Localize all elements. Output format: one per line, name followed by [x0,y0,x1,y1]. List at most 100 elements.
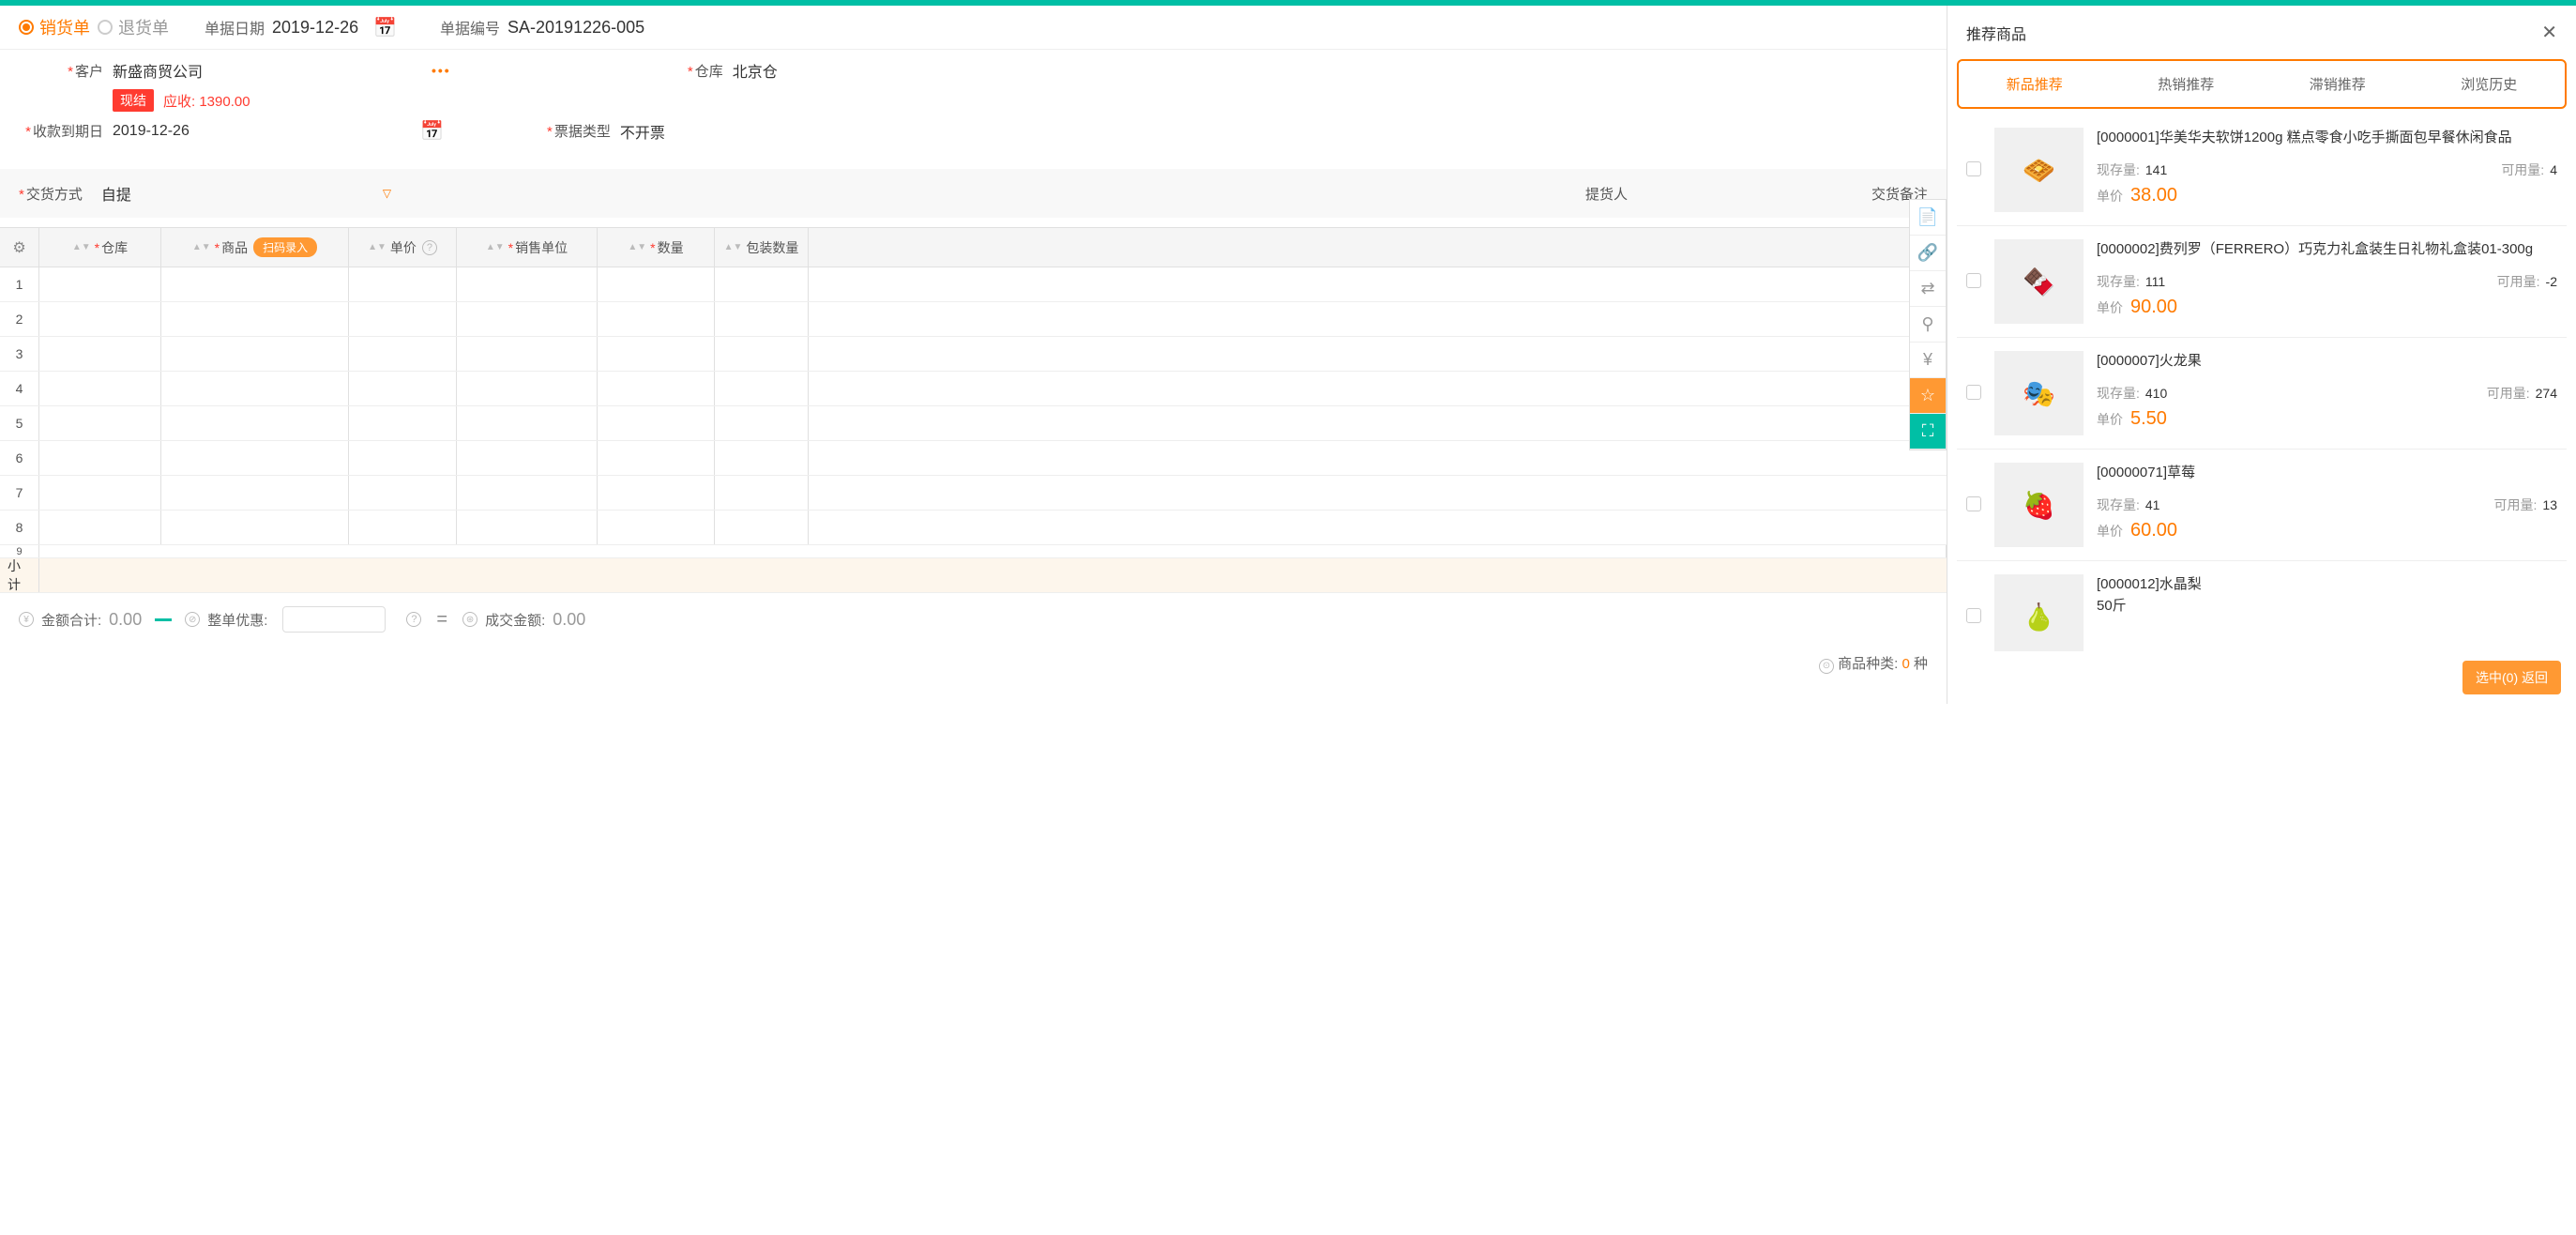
table-row[interactable]: 1 [0,267,1947,302]
cell-qty[interactable] [598,267,715,301]
tool-sync-icon[interactable]: ⇄ [1910,271,1946,307]
cell-unit[interactable] [457,476,598,510]
cell-pack[interactable] [715,372,809,405]
cell-warehouse[interactable] [39,337,161,371]
cell-warehouse[interactable] [39,302,161,336]
tool-expand-icon[interactable]: ⛶ [1910,414,1946,450]
product-checkbox[interactable] [1966,385,1981,400]
cell-qty[interactable] [598,302,715,336]
cell-pack[interactable] [715,511,809,544]
help-icon[interactable]: ? [422,240,437,255]
product-item[interactable]: 🧇 [0000001]华美华夫软饼1200g 糕点零食小吃手撕面包早餐休闲食品 … [1957,114,2567,226]
delivery-method-value[interactable]: 自提 [101,182,289,205]
col-unit[interactable]: 销售单位 [515,238,568,257]
cell-unit[interactable] [457,372,598,405]
product-checkbox[interactable] [1966,608,1981,623]
sort-icon[interactable]: ▲▼ [192,243,211,252]
tab-return[interactable]: 退货单 [98,15,169,39]
discount-input[interactable] [282,606,386,633]
cell-pack[interactable] [715,337,809,371]
cell-price[interactable] [349,511,457,544]
product-checkbox[interactable] [1966,496,1981,511]
cell-unit[interactable] [457,337,598,371]
recommend-tab[interactable]: 新品推荐 [1959,61,2111,107]
recommend-tab[interactable]: 热销推荐 [2111,61,2263,107]
cell-product[interactable] [161,302,349,336]
table-row[interactable]: 8 [0,511,1947,545]
tool-currency-icon[interactable]: ¥ [1910,343,1946,378]
due-date-value[interactable]: 2019-12-26 [113,123,300,140]
cell-qty[interactable] [598,441,715,475]
cell-qty[interactable] [598,372,715,405]
col-qty[interactable]: 数量 [658,238,684,257]
sort-icon[interactable]: ▲▼ [368,243,386,252]
cell-unit[interactable] [457,406,598,440]
product-item[interactable]: 🍐 [0000012]水晶梨50斤 [1957,561,2567,651]
cell-unit[interactable] [457,302,598,336]
product-checkbox[interactable] [1966,273,1981,288]
invoice-type-value[interactable]: 不开票 [620,120,808,143]
tool-link-icon[interactable]: 🔗 [1910,236,1946,271]
chevron-down-icon[interactable]: ▽ [383,187,391,200]
cell-warehouse[interactable] [39,406,161,440]
col-price[interactable]: 单价 [390,238,417,257]
cell-unit[interactable] [457,511,598,544]
sort-icon[interactable]: ▲▼ [72,243,91,252]
recommend-tab[interactable]: 浏览历史 [2414,61,2566,107]
cell-price[interactable] [349,441,457,475]
product-item[interactable]: 🍫 [0000002]费列罗（FERRERO）巧克力礼盒装生日礼物礼盒装01-3… [1957,226,2567,338]
customer-more-icon[interactable]: ••• [432,63,451,78]
calendar-icon[interactable]: 📅 [373,16,397,39]
cell-warehouse[interactable] [39,372,161,405]
cell-warehouse[interactable] [39,441,161,475]
sort-icon[interactable]: ▲▼ [628,243,646,252]
cell-pack[interactable] [715,267,809,301]
cell-qty[interactable] [598,337,715,371]
sort-icon[interactable]: ▲▼ [724,243,743,252]
scan-badge[interactable]: 扫码录入 [253,237,317,257]
cell-warehouse[interactable] [39,267,161,301]
gear-icon[interactable]: ⚙ [12,238,25,257]
cell-price[interactable] [349,302,457,336]
cell-unit[interactable] [457,267,598,301]
cell-warehouse[interactable] [39,511,161,544]
help-icon[interactable]: ? [406,612,421,627]
cell-product[interactable] [161,337,349,371]
cell-pack[interactable] [715,406,809,440]
cell-product[interactable] [161,406,349,440]
sort-icon[interactable]: ▲▼ [486,243,505,252]
product-checkbox[interactable] [1966,161,1981,176]
table-row[interactable]: 7 [0,476,1947,511]
cell-product[interactable] [161,372,349,405]
cell-product[interactable] [161,267,349,301]
cell-price[interactable] [349,267,457,301]
tool-note-icon[interactable]: 📄 [1910,200,1946,236]
customer-value[interactable]: 新盛商贸公司 [113,59,300,82]
cell-warehouse[interactable] [39,476,161,510]
cell-price[interactable] [349,476,457,510]
col-product[interactable]: 商品 [221,238,248,257]
cell-price[interactable] [349,406,457,440]
calendar-icon[interactable]: 📅 [420,119,444,143]
cell-price[interactable] [349,337,457,371]
tab-sales[interactable]: 销货单 [19,15,90,39]
cell-unit[interactable] [457,441,598,475]
doc-date-value[interactable]: 2019-12-26 [272,18,358,38]
col-warehouse[interactable]: 仓库 [101,238,128,257]
cell-pack[interactable] [715,476,809,510]
cell-product[interactable] [161,511,349,544]
selected-return-button[interactable]: 选中(0) 返回 [2462,661,2561,694]
recommend-tab[interactable]: 滞销推荐 [2262,61,2414,107]
cell-product[interactable] [161,476,349,510]
table-row[interactable]: 2 [0,302,1947,337]
table-row[interactable]: 5 [0,406,1947,441]
tool-award-icon[interactable]: ⚲ [1910,307,1946,343]
col-pack[interactable]: 包装数量 [746,238,798,257]
cell-price[interactable] [349,372,457,405]
table-row[interactable]: 4 [0,372,1947,406]
close-icon[interactable]: ✕ [2541,21,2557,44]
cell-qty[interactable] [598,476,715,510]
product-item[interactable]: 🍓 [00000071]草莓 现存量:41 可用量:13 单价60.00 [1957,450,2567,561]
warehouse-value[interactable]: 北京仓 [733,59,920,82]
cell-product[interactable] [161,441,349,475]
